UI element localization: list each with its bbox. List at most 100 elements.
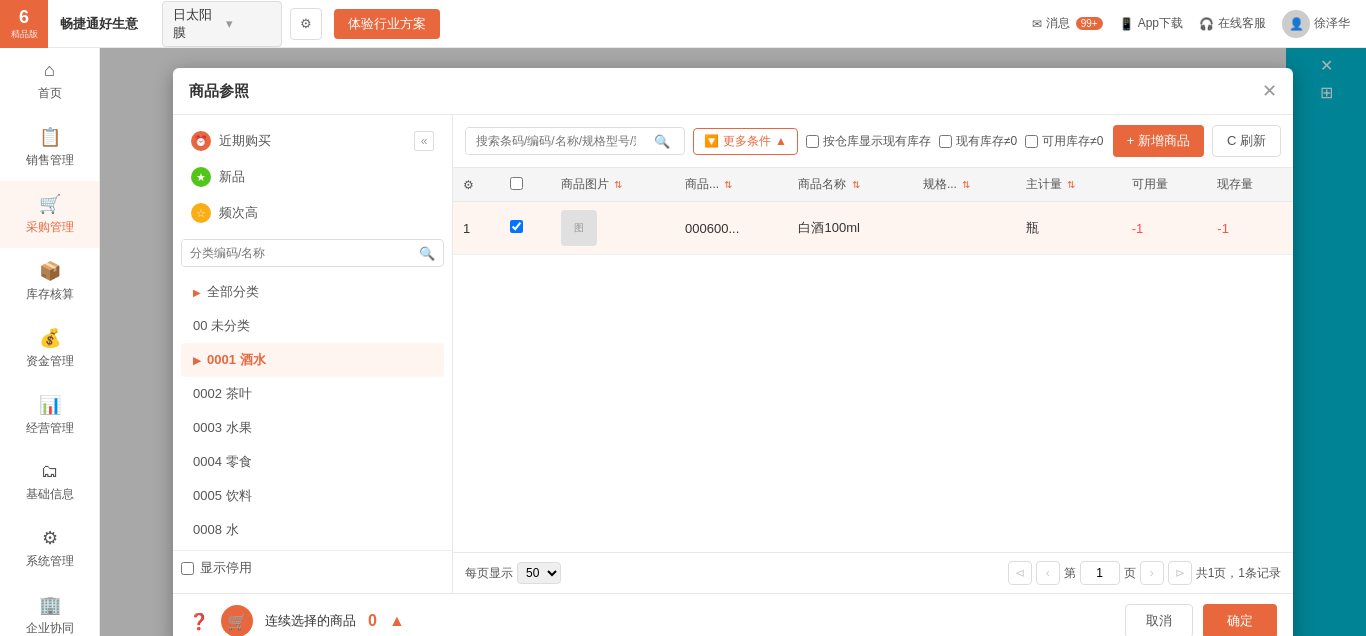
cart-button[interactable]: 🛒 [221,605,253,636]
category-search-icon[interactable]: 🔍 [411,242,443,265]
sidebar-item-basic[interactable]: 🗂 基础信息 [0,449,99,515]
category-item-0003[interactable]: 0003 水果 [181,411,444,445]
category-item-0002[interactable]: 0002 茶叶 [181,377,444,411]
filter-tab-recent[interactable]: ⏰ 近期购买 « [181,123,444,159]
headset-icon: 🎧 [1199,17,1214,31]
frequent-icon: ☆ [191,203,211,223]
category-item-0001[interactable]: ▶ 0001 酒水 [181,343,444,377]
sidebar-item-operations-label: 经营管理 [26,420,74,437]
sidebar-item-finance-label: 资金管理 [26,353,74,370]
sidebar-item-inventory[interactable]: 📦 库存核算 [0,248,99,315]
nav-right: ✉ 消息 99+ 📱 App下载 🎧 在线客服 👤 徐泽华 [1032,10,1350,38]
enterprise-icon: 🏢 [39,594,61,616]
total-info: 共1页，1条记录 [1196,565,1281,582]
modal-body: ⏰ 近期购买 « ★ 新品 ☆ 频次高 [173,115,1293,593]
row-checkbox[interactable] [500,202,550,255]
prev-page-button[interactable]: ‹ [1036,561,1060,585]
confirm-button[interactable]: 确定 [1203,604,1277,636]
help-icon[interactable]: ❓ [189,612,209,631]
sidebar-item-home[interactable]: ⌂ 首页 [0,48,99,114]
content-area: 查询 设置 ✕ ⊞ 商品参照 ✕ [100,48,1366,636]
table-body: 1 图 000600... 白酒100ml 瓶 [453,202,1293,255]
sidebar-item-enterprise[interactable]: 🏢 企业协同 [0,582,99,636]
page-controls: ⊲ ‹ 第 页 › ⊳ 共1页，1条记录 [1008,561,1281,585]
modal-close-button[interactable]: ✕ [1262,80,1277,102]
consecutive-label: 连续选择的商品 [265,612,356,630]
refresh-button[interactable]: C 刷新 [1212,125,1281,157]
show-disabled-option: 显示停用 [173,550,452,585]
row-image: 图 [551,202,675,255]
available-stock-checkbox[interactable] [1025,135,1038,148]
category-item-all[interactable]: ▶ 全部分类 [181,275,444,309]
user-menu-button[interactable]: 👤 徐泽华 [1282,10,1350,38]
warehouse-stock-checkbox[interactable] [806,135,819,148]
col-spec-label: 规格... [923,177,957,191]
row-code: 000600... [675,202,788,255]
experience-button[interactable]: 体验行业方案 [334,9,440,39]
row-spec [913,202,1016,255]
col-stock: 现存量 [1207,168,1293,202]
sidebar-item-system[interactable]: ⚙ 系统管理 [0,515,99,582]
sidebar-item-operations[interactable]: 📊 经营管理 [0,382,99,449]
product-search-input[interactable] [466,128,646,154]
product-search-icon[interactable]: 🔍 [646,130,678,153]
finance-icon: 💰 [39,327,61,349]
col-code-label: 商品... [685,177,719,191]
category-item-0005[interactable]: 0005 饮料 [181,479,444,513]
more-filter-button[interactable]: 🔽 更多条件 ▲ [693,128,798,155]
per-page-label: 每页显示 [465,565,513,582]
col-settings[interactable]: ⚙ [453,168,500,202]
table-row[interactable]: 1 图 000600... 白酒100ml 瓶 [453,202,1293,255]
warehouse-stock-label[interactable]: 按仓库显示现有库存 [823,133,931,150]
filter-tab-frequent[interactable]: ☆ 频次高 [181,195,444,231]
category-item-0004[interactable]: 0004 零食 [181,445,444,479]
messages-button[interactable]: ✉ 消息 99+ [1032,15,1103,32]
col-unit[interactable]: 主计量 ⇅ [1016,168,1122,202]
online-service-button[interactable]: 🎧 在线客服 [1199,15,1266,32]
cancel-button[interactable]: 取消 [1125,604,1193,636]
sidebar-item-purchase[interactable]: 🛒 采购管理 [0,181,99,248]
col-image-label: 商品图片 [561,177,609,191]
last-page-button[interactable]: ⊳ [1168,561,1192,585]
collapse-filter-icon[interactable]: « [414,131,434,151]
sidebar-item-enterprise-label: 企业协同 [26,620,74,636]
category-item-00[interactable]: 00 未分类 [181,309,444,343]
chevron-down-icon: ▾ [226,16,271,31]
category-search-input[interactable] [182,240,411,266]
col-spec[interactable]: 规格... ⇅ [913,168,1016,202]
main-layout: ⌂ 首页 📋 销售管理 🛒 采购管理 📦 库存核算 💰 资金管理 📊 经营管理 … [0,48,1366,636]
first-page-button[interactable]: ⊲ [1008,561,1032,585]
add-product-button[interactable]: + 新增商品 [1113,125,1204,157]
row-index: 1 [453,202,500,255]
per-page-select[interactable]: 50 [517,562,561,584]
current-stock-checkbox[interactable] [939,135,952,148]
sidebar-item-sales[interactable]: 📋 销售管理 [0,114,99,181]
collapse-footer-icon[interactable]: ▲ [389,612,405,630]
filter-icon: 🔽 [704,134,719,148]
select-all-checkbox[interactable] [510,177,523,190]
avatar: 👤 [1282,10,1310,38]
col-name[interactable]: 商品名称 ⇅ [788,168,912,202]
app-download-button[interactable]: 📱 App下载 [1119,15,1183,32]
expand-icon: ▶ [193,287,201,298]
available-stock-label[interactable]: 可用库存≠0 [1042,133,1103,150]
col-code[interactable]: 商品... ⇅ [675,168,788,202]
sidebar-item-finance[interactable]: 💰 资金管理 [0,315,99,382]
pagination: 每页显示 50 ⊲ ‹ 第 页 › [453,552,1293,593]
show-disabled-label[interactable]: 显示停用 [200,559,252,577]
show-disabled-checkbox[interactable] [181,562,194,575]
company-selector[interactable]: 日太阳膜 ▾ [162,1,282,47]
current-stock-label[interactable]: 现有库存≠0 [956,133,1017,150]
right-content: 🔍 🔽 更多条件 ▲ 按仓库显示现有库存 [453,115,1293,593]
new-icon: ★ [191,167,211,187]
logo-icon: 6 [19,7,29,28]
warehouse-stock-filter: 按仓库显示现有库存 [806,133,931,150]
col-image[interactable]: 商品图片 ⇅ [551,168,675,202]
next-page-button[interactable]: › [1140,561,1164,585]
category-item-0008[interactable]: 0008 水 [181,513,444,547]
chevron-up-icon: ▲ [775,134,787,148]
col-checkbox [500,168,550,202]
filter-tab-new[interactable]: ★ 新品 [181,159,444,195]
settings-icon[interactable]: ⚙ [290,8,322,40]
page-number-input[interactable] [1080,561,1120,585]
